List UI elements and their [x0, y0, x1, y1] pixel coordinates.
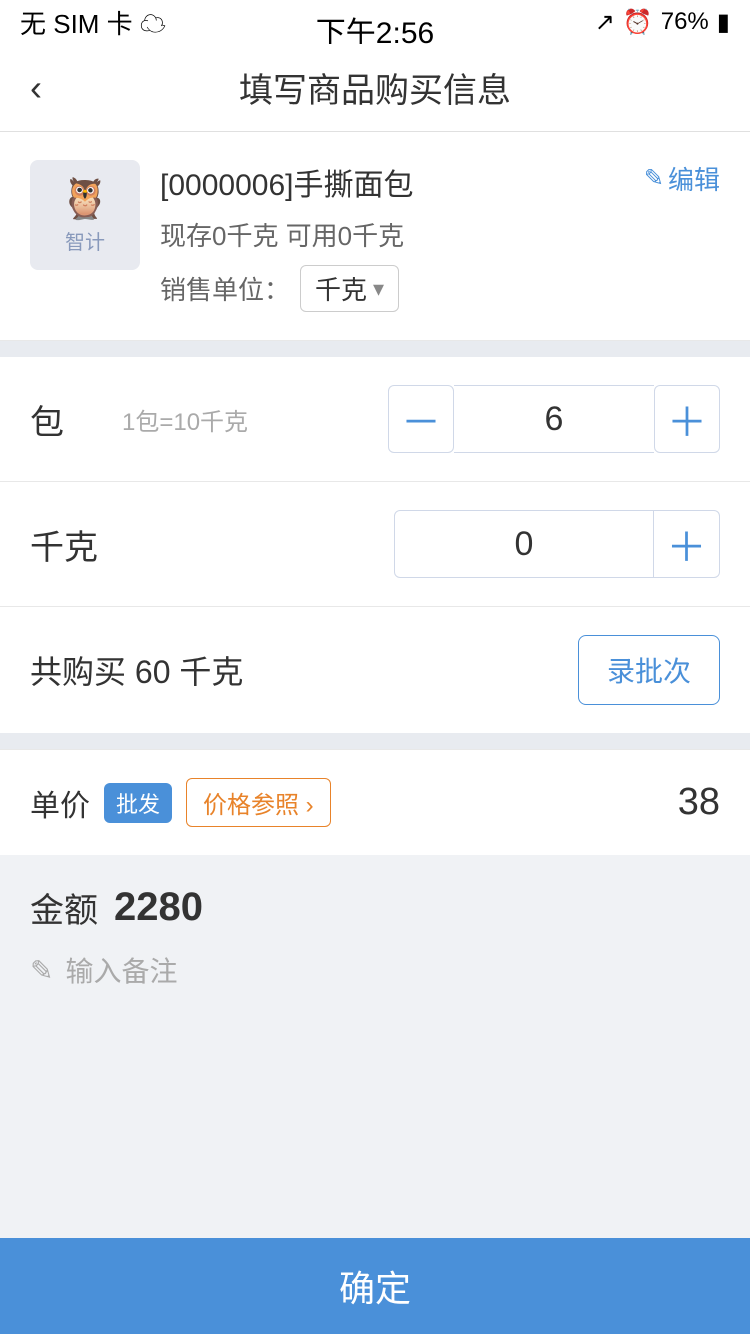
status-right: ↗ ⏰ 76% ▮: [595, 8, 730, 37]
package-input[interactable]: [454, 385, 654, 453]
price-ref-button[interactable]: 价格参照 ›: [186, 778, 331, 827]
product-thumb-icon: 🦉: [60, 175, 110, 222]
kg-input[interactable]: [394, 510, 654, 578]
edit-icon: ✎: [644, 164, 664, 193]
price-value: 38: [678, 781, 720, 824]
unit-dropdown-arrow: ▾: [373, 276, 384, 302]
product-thumbnail: 🦉 智计: [30, 160, 140, 270]
price-left: 单价 批发 价格参照 ›: [30, 778, 331, 827]
confirm-button[interactable]: 确定: [0, 1238, 750, 1334]
back-button[interactable]: ‹: [30, 67, 42, 109]
status-bar: 无 SIM 卡 ☁ 下午2:56 ↗ ⏰ 76% ▮: [0, 0, 750, 44]
amount-value: 2280: [114, 885, 203, 930]
unit-value: 千克: [315, 270, 367, 307]
product-name: [0000006]手撕面包: [160, 160, 413, 204]
package-plus-button[interactable]: ＋: [654, 385, 720, 453]
sim-status: 无 SIM 卡 ☁: [20, 4, 166, 41]
battery-level: 76%: [661, 8, 709, 36]
note-icon: ✎: [30, 954, 53, 987]
note-placeholder: 输入备注: [65, 950, 177, 990]
kg-row: 千克 ＋: [0, 482, 750, 607]
price-section: 单价 批发 价格参照 › 38: [0, 749, 750, 855]
separator-2: [0, 733, 750, 749]
alarm-icon: ⏰: [623, 8, 653, 37]
status-left: 无 SIM 卡 ☁: [20, 4, 166, 41]
package-row: 包 1包=10千克 － ＋: [0, 357, 750, 482]
input-section: 包 1包=10千克 － ＋ 千克 ＋: [0, 357, 750, 607]
package-hint: 1包=10千克: [122, 402, 388, 437]
edit-label: 编辑: [668, 160, 720, 197]
package-label: 包: [30, 395, 110, 444]
unit-label: 销售单位：: [160, 270, 290, 307]
location-icon: ↗: [595, 8, 615, 37]
product-info: [0000006]手撕面包 ✎ 编辑 现存0千克 可用0千克 销售单位： 千克 …: [160, 160, 720, 312]
page-title: 填写商品购买信息: [239, 63, 511, 112]
price-tag: 批发: [104, 783, 172, 823]
price-label: 单价: [30, 781, 90, 825]
kg-plus-button[interactable]: ＋: [654, 510, 720, 578]
amount-section: 金额 2280 ✎ 输入备注: [0, 855, 750, 1010]
amount-label: 金额: [30, 883, 98, 932]
nav-bar: ‹ 填写商品购买信息: [0, 44, 750, 132]
battery-icon: ▮: [717, 8, 730, 37]
package-minus-button[interactable]: －: [388, 385, 454, 453]
kg-quantity-control: ＋: [394, 510, 720, 578]
edit-button[interactable]: ✎ 编辑: [644, 160, 720, 197]
separator-1: [0, 341, 750, 357]
note-row[interactable]: ✎ 输入备注: [30, 950, 720, 990]
product-stock: 现存0千克 可用0千克: [160, 216, 720, 253]
batch-button[interactable]: 录批次: [578, 635, 720, 705]
package-quantity-control: － ＋: [388, 385, 720, 453]
amount-row: 金额 2280: [30, 883, 720, 932]
unit-select[interactable]: 千克 ▾: [300, 265, 399, 312]
total-text: 共购买 60 千克: [30, 647, 243, 693]
product-thumb-label: 智计: [65, 226, 105, 255]
total-row: 共购买 60 千克 录批次: [0, 607, 750, 733]
product-unit-row: 销售单位： 千克 ▾: [160, 265, 720, 312]
kg-label: 千克: [30, 520, 110, 569]
product-card: 🦉 智计 [0000006]手撕面包 ✎ 编辑 现存0千克 可用0千克 销售单位…: [0, 132, 750, 341]
